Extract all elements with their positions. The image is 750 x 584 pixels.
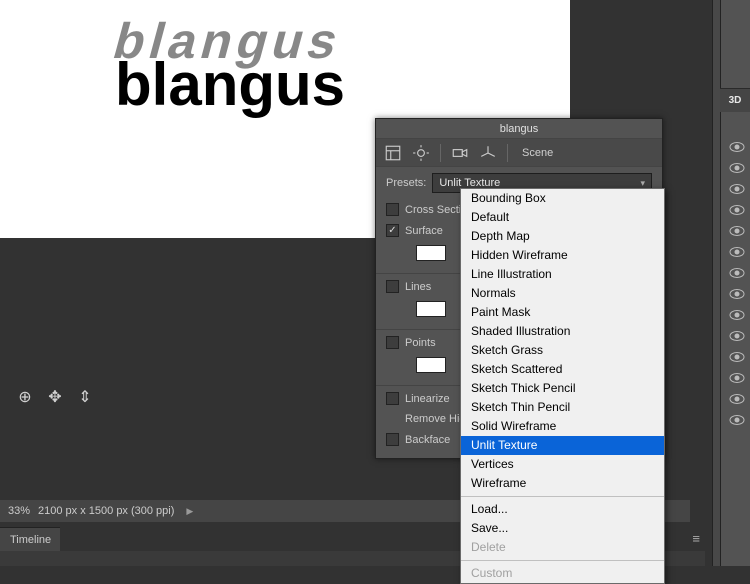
layer-visibility-column	[728, 140, 746, 427]
preset-item-hidden-wireframe[interactable]: Hidden Wireframe	[461, 246, 664, 265]
preset-item-bounding-box[interactable]: Bounding Box	[461, 189, 664, 208]
preset-item-default[interactable]: Default	[461, 208, 664, 227]
scene-icon[interactable]	[384, 144, 402, 162]
preset-dropdown-menu: Bounding Box Default Depth Map Hidden Wi…	[460, 188, 665, 584]
panel-mode-row: Scene	[376, 139, 662, 167]
preset-item-line-illustration[interactable]: Line Illustration	[461, 265, 664, 284]
eye-icon[interactable]	[728, 203, 746, 217]
preset-item-custom: Custom	[461, 564, 664, 583]
preset-item-load[interactable]: Load...	[461, 500, 664, 519]
chevron-down-icon: ▾	[640, 178, 645, 189]
preset-item-wireframe[interactable]: Wireframe	[461, 474, 664, 493]
lines-label: Lines	[405, 281, 431, 293]
preset-item-normals[interactable]: Normals	[461, 284, 664, 303]
linearize-label: Linearize	[405, 393, 450, 405]
eye-icon[interactable]	[728, 371, 746, 385]
lines-color-swatch[interactable]	[416, 301, 446, 317]
preset-item-sketch-scattered[interactable]: Sketch Scattered	[461, 360, 664, 379]
eye-icon[interactable]	[728, 287, 746, 301]
coordinates-icon[interactable]	[479, 144, 497, 162]
backface-checkbox[interactable]	[386, 433, 399, 446]
chevron-right-icon[interactable]: ▶	[186, 506, 193, 517]
eye-icon[interactable]	[728, 161, 746, 175]
surface-checkbox[interactable]: ✓	[386, 224, 399, 237]
panel-menu-icon[interactable]: ≡	[692, 531, 700, 546]
timeline-label: Timeline	[10, 534, 51, 546]
scene-label: Scene	[518, 147, 553, 159]
cross-section-checkbox[interactable]	[386, 203, 399, 216]
preset-item-sketch-grass[interactable]: Sketch Grass	[461, 341, 664, 360]
preset-item-shaded-illustration[interactable]: Shaded Illustration	[461, 322, 664, 341]
eye-icon[interactable]	[728, 224, 746, 238]
eye-icon[interactable]	[728, 182, 746, 196]
surface-color-swatch[interactable]	[416, 245, 446, 261]
eye-icon[interactable]	[728, 392, 746, 406]
3d-transform-tools: ⊕ ✥ ⇕	[16, 388, 94, 406]
camera-icon[interactable]	[451, 144, 469, 162]
document-dimensions: 2100 px x 1500 px (300 ppi)	[38, 505, 174, 517]
panel-title: blangus	[376, 119, 662, 139]
eye-icon[interactable]	[728, 329, 746, 343]
zoom-level[interactable]: 33%	[8, 505, 30, 517]
preset-item-sketch-thick-pencil[interactable]: Sketch Thick Pencil	[461, 379, 664, 398]
lines-checkbox[interactable]	[386, 280, 399, 293]
text-extrusion: blangus	[107, 12, 349, 70]
canvas-3d-text[interactable]: blangus blangus	[115, 50, 345, 119]
points-checkbox[interactable]	[386, 336, 399, 349]
gutter-column	[712, 0, 720, 566]
eye-icon[interactable]	[728, 245, 746, 259]
eye-icon[interactable]	[728, 140, 746, 154]
preset-item-unlit-texture[interactable]: Unlit Texture	[461, 436, 664, 455]
preset-item-delete: Delete	[461, 538, 664, 557]
points-color-swatch[interactable]	[416, 357, 446, 373]
orbit-icon[interactable]: ⊕	[16, 388, 34, 406]
tab-3d[interactable]: 3D	[720, 88, 750, 112]
eye-icon[interactable]	[728, 308, 746, 322]
preset-item-sketch-thin-pencil[interactable]: Sketch Thin Pencil	[461, 398, 664, 417]
light-icon[interactable]	[412, 144, 430, 162]
timeline-panel-tab[interactable]: Timeline	[0, 527, 60, 551]
backface-label: Backface	[405, 434, 450, 446]
linearize-checkbox[interactable]	[386, 392, 399, 405]
eye-icon[interactable]	[728, 266, 746, 280]
preset-item-vertices[interactable]: Vertices	[461, 455, 664, 474]
presets-label: Presets:	[386, 177, 426, 189]
preset-item-save[interactable]: Save...	[461, 519, 664, 538]
preset-item-paint-mask[interactable]: Paint Mask	[461, 303, 664, 322]
surface-label: Surface	[405, 225, 443, 237]
eye-icon[interactable]	[728, 413, 746, 427]
points-label: Points	[405, 337, 436, 349]
pan-icon[interactable]: ✥	[46, 388, 64, 406]
eye-icon[interactable]	[728, 350, 746, 364]
preset-item-depth-map[interactable]: Depth Map	[461, 227, 664, 246]
preset-item-solid-wireframe[interactable]: Solid Wireframe	[461, 417, 664, 436]
dolly-icon[interactable]: ⇕	[76, 388, 94, 406]
